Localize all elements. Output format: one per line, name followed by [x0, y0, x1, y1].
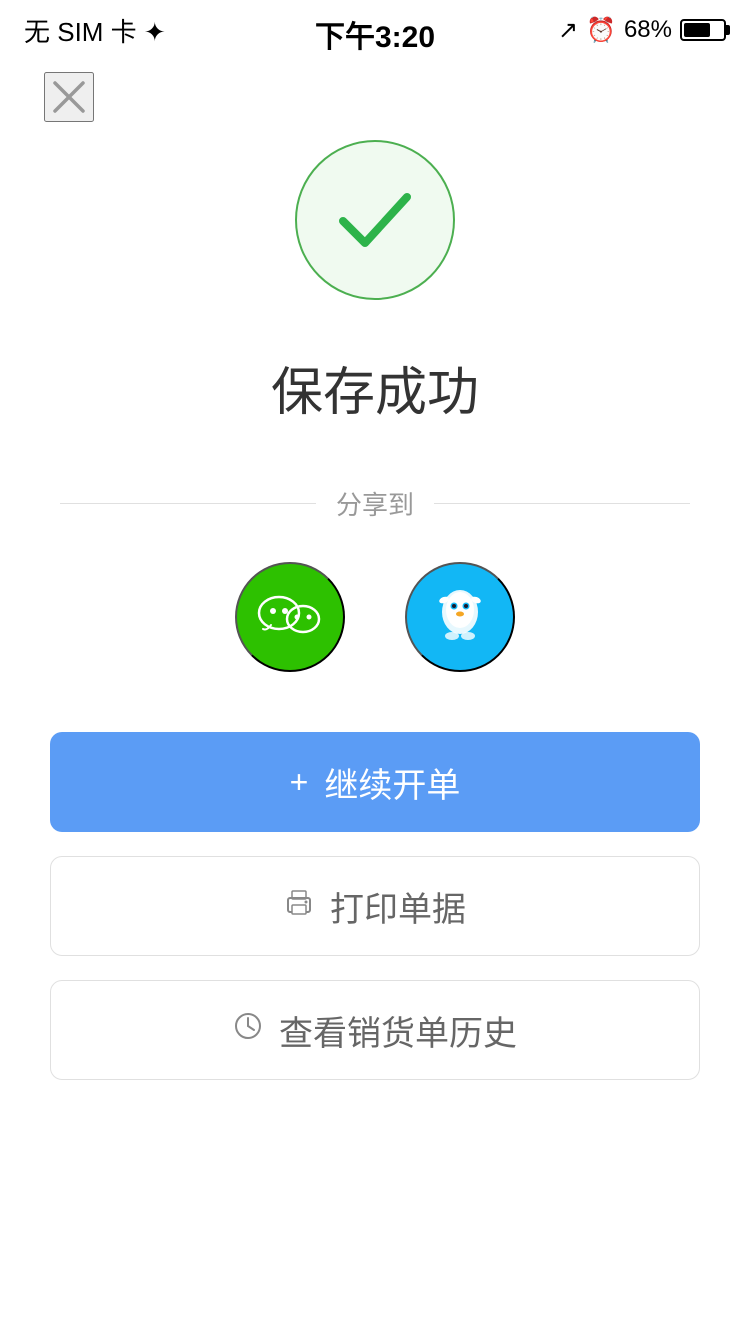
success-title: 保存成功 — [271, 350, 479, 425]
print-label: 打印单据 — [330, 882, 466, 931]
share-label: 分享到 — [316, 485, 434, 522]
share-divider: 分享到 — [0, 485, 750, 522]
status-time: 下午3:20 — [315, 12, 435, 56]
history-button[interactable]: 查看销货单历史 — [50, 980, 700, 1080]
status-left: 无 SIM 卡 ✦ — [24, 12, 166, 49]
action-buttons: + 继续开单 打印单据 — [0, 732, 750, 1080]
share-icons — [235, 562, 515, 672]
main-content: 保存成功 分享到 — [0, 60, 750, 1334]
status-right: ↗ ⏰ 68% — [558, 16, 726, 45]
clock-icon — [233, 1011, 263, 1049]
printer-icon — [284, 888, 314, 925]
print-button[interactable]: 打印单据 — [50, 856, 700, 956]
divider-line-left — [60, 503, 316, 504]
continue-label: 继续开单 — [324, 758, 460, 807]
status-bar: 无 SIM 卡 ✦ 下午3:20 ↗ ⏰ 68% — [0, 0, 750, 60]
continue-button[interactable]: + 继续开单 — [50, 732, 700, 832]
success-circle — [295, 140, 455, 300]
history-label: 查看销货单历史 — [279, 1006, 517, 1055]
qq-share-button[interactable] — [405, 562, 515, 672]
location-icon: ↗ — [558, 16, 578, 45]
close-button[interactable] — [44, 72, 94, 122]
wechat-share-button[interactable] — [235, 562, 345, 672]
alarm-icon: ⏰ — [586, 16, 616, 45]
battery-icon — [680, 19, 726, 41]
no-sim-text: 无 SIM 卡 ✦ — [24, 12, 166, 49]
battery-percent: 68% — [624, 16, 672, 44]
plus-icon: + — [290, 764, 309, 801]
divider-line-right — [434, 503, 690, 504]
